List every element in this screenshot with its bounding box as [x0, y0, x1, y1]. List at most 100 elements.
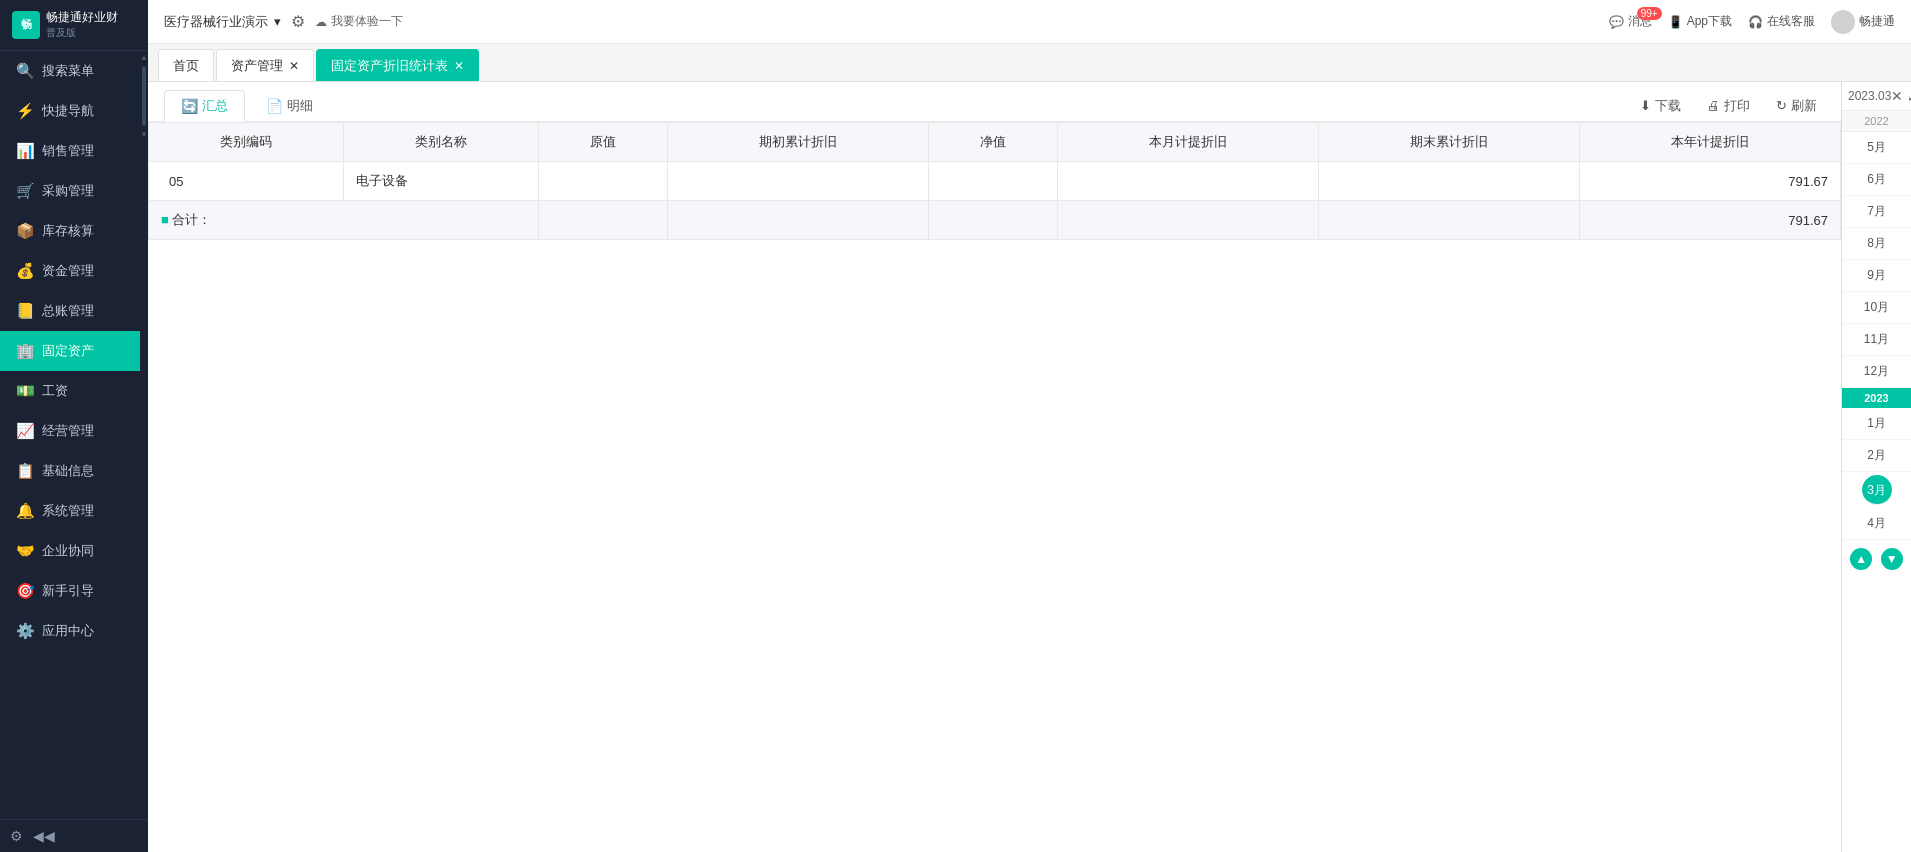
- row-yearly-depr: 791.67: [1580, 162, 1841, 201]
- sidebar-item-search[interactable]: 🔍 搜索菜单: [0, 51, 140, 91]
- row-net-value: [929, 162, 1058, 201]
- page-content: 🔄 汇总 📄 明细 ⬇ 下载 🖨 打印: [148, 82, 1841, 852]
- tab-home-label: 首页: [173, 57, 199, 75]
- sidebar-item-apps-label: 应用中心: [42, 622, 94, 640]
- summary-net-value: [929, 201, 1058, 240]
- month-2022-12[interactable]: 12月: [1842, 356, 1911, 388]
- sub-tabs: 🔄 汇总 📄 明细 ⬇ 下载 🖨 打印: [148, 82, 1841, 122]
- ledger-icon: 📒: [16, 302, 34, 320]
- user-profile[interactable]: 畅捷通: [1831, 10, 1895, 34]
- main-content: 医疗器械行业演示 ▾ ⚙ ☁ 我要体验一下 💬 消息 99+ 📱 App下载 🎧…: [148, 0, 1911, 852]
- table-wrapper: 类别编码 类别名称 原值 期初累计折旧 净值 本月计提折旧 期末累计折旧 本年计…: [148, 122, 1841, 852]
- company-selector[interactable]: 医疗器械行业演示 ▾: [164, 13, 281, 31]
- sidebar-scrollbar[interactable]: ▲ ▼: [140, 51, 148, 819]
- refresh-label: 刷新: [1791, 97, 1817, 115]
- row-period-end-accum: [1319, 162, 1580, 201]
- row-accum-depr: [668, 162, 929, 201]
- row-name: 电子设备: [344, 162, 539, 201]
- scroll-up-arrow[interactable]: ▲: [140, 53, 148, 62]
- sidebar-item-inventory[interactable]: 📦 库存核算: [0, 211, 140, 251]
- date-nav-up[interactable]: ▲: [1850, 548, 1872, 570]
- company-name: 医疗器械行业演示: [164, 13, 268, 31]
- date-panel-close-button[interactable]: ✕: [1891, 88, 1903, 104]
- settings-gear-button[interactable]: ⚙: [291, 12, 305, 31]
- tab-home[interactable]: 首页: [158, 49, 214, 81]
- sub-tab-detail[interactable]: 📄 明细: [249, 90, 330, 121]
- basic-info-icon: 📋: [16, 462, 34, 480]
- sub-tabs-right: ⬇ 下载 🖨 打印 ↻ 刷新: [1632, 93, 1825, 119]
- date-nav-down[interactable]: ▼: [1881, 548, 1903, 570]
- message-icon: 💬: [1609, 15, 1624, 29]
- sidebar-item-purchase[interactable]: 🛒 采购管理: [0, 171, 140, 211]
- sidebar-item-system[interactable]: 🔔 系统管理: [0, 491, 140, 531]
- month-2023-01[interactable]: 1月: [1842, 408, 1911, 440]
- scroll-thumb[interactable]: [142, 66, 146, 126]
- month-2023-02[interactable]: 2月: [1842, 440, 1911, 472]
- month-2022-09[interactable]: 9月: [1842, 260, 1911, 292]
- sidebar-item-sales-label: 销售管理: [42, 142, 94, 160]
- download-button[interactable]: ⬇ 下载: [1632, 93, 1689, 119]
- sidebar-item-fixed-assets[interactable]: 🏢 固定资产: [0, 331, 140, 371]
- date-panel-header: 2023.03 ✕ ⤢: [1842, 82, 1911, 111]
- finance-icon: 💰: [16, 262, 34, 280]
- sidebar-nav: 🔍 搜索菜单 ⚡ 快捷导航 📊 销售管理 🛒 采购管理 📦 库存核算 💰: [0, 51, 140, 819]
- summary-original: [539, 201, 668, 240]
- sidebar-item-quick-nav-label: 快捷导航: [42, 102, 94, 120]
- sidebar-item-purchase-label: 采购管理: [42, 182, 94, 200]
- date-panel-title: 2023.03: [1848, 89, 1891, 103]
- refresh-button[interactable]: ↻ 刷新: [1768, 93, 1825, 119]
- table-row[interactable]: 05 电子设备 791.67: [149, 162, 1841, 201]
- download-label: 下载: [1655, 97, 1681, 115]
- row-code: 05: [149, 162, 344, 201]
- dropdown-chevron-icon: ▾: [274, 14, 281, 29]
- customer-service-button[interactable]: 🎧 在线客服: [1748, 13, 1815, 30]
- date-panel-expand-button[interactable]: ⤢: [1907, 88, 1911, 104]
- app-download-button[interactable]: 📱 App下载: [1668, 13, 1732, 30]
- month-2022-10[interactable]: 10月: [1842, 292, 1911, 324]
- month-2023-04[interactable]: 4月: [1842, 508, 1911, 540]
- col-period-end-accum: 期末累计折旧: [1319, 123, 1580, 162]
- sidebar-item-payroll[interactable]: 💵 工资: [0, 371, 140, 411]
- col-yearly-depr: 本年计提折旧: [1580, 123, 1841, 162]
- tab-depreciation-close-icon[interactable]: ✕: [454, 59, 464, 73]
- sidebar-item-guide[interactable]: 🎯 新手引导: [0, 571, 140, 611]
- date-panel-actions: ✕ ⤢: [1891, 88, 1911, 104]
- experience-label: 我要体验一下: [331, 13, 403, 30]
- tab-asset-close-icon[interactable]: ✕: [289, 59, 299, 73]
- tab-depreciation-label: 固定资产折旧统计表: [331, 57, 448, 75]
- sidebar-item-quick-nav[interactable]: ⚡ 快捷导航: [0, 91, 140, 131]
- tab-asset-mgmt[interactable]: 资产管理 ✕: [216, 49, 314, 81]
- app-edition: 普及版: [46, 26, 118, 40]
- summary-icon: ■: [161, 212, 169, 227]
- sidebar-logo: 畅 畅捷通好业财 普及版: [0, 0, 148, 51]
- month-2022-07[interactable]: 7月: [1842, 196, 1911, 228]
- experience-button[interactable]: ☁ 我要体验一下: [315, 13, 403, 30]
- sidebar-item-apps[interactable]: ⚙️ 应用中心: [0, 611, 140, 651]
- settings-button[interactable]: ⚙: [10, 828, 23, 844]
- collapse-button[interactable]: ◀◀: [33, 828, 55, 844]
- summary-label: ■ 合计：: [149, 201, 539, 240]
- detail-tab-icon: 📄: [266, 98, 283, 114]
- sidebar-item-finance[interactable]: 💰 资金管理: [0, 251, 140, 291]
- tab-depreciation[interactable]: 固定资产折旧统计表 ✕: [316, 49, 479, 81]
- fixed-assets-icon: 🏢: [16, 342, 34, 360]
- enterprise-icon: 🤝: [16, 542, 34, 560]
- sidebar-item-enterprise[interactable]: 🤝 企业协同: [0, 531, 140, 571]
- sidebar-item-operations[interactable]: 📈 经营管理: [0, 411, 140, 451]
- print-button[interactable]: 🖨 打印: [1699, 93, 1758, 119]
- month-2022-08[interactable]: 8月: [1842, 228, 1911, 260]
- sidebar-item-sales[interactable]: 📊 销售管理: [0, 131, 140, 171]
- message-button[interactable]: 💬 消息 99+: [1609, 13, 1652, 30]
- month-2022-05[interactable]: 5月: [1842, 132, 1911, 164]
- month-2023-03[interactable]: 3月: [1862, 475, 1892, 505]
- quick-nav-icon: ⚡: [16, 102, 34, 120]
- col-name: 类别名称: [344, 123, 539, 162]
- sub-tab-summary[interactable]: 🔄 汇总: [164, 90, 245, 122]
- scroll-down-arrow[interactable]: ▼: [140, 130, 148, 139]
- tab-asset-mgmt-label: 资产管理: [231, 57, 283, 75]
- sidebar-item-ledger[interactable]: 📒 总账管理: [0, 291, 140, 331]
- month-2022-11[interactable]: 11月: [1842, 324, 1911, 356]
- month-2022-06[interactable]: 6月: [1842, 164, 1911, 196]
- sidebar-item-enterprise-label: 企业协同: [42, 542, 94, 560]
- sidebar-item-basic-info[interactable]: 📋 基础信息: [0, 451, 140, 491]
